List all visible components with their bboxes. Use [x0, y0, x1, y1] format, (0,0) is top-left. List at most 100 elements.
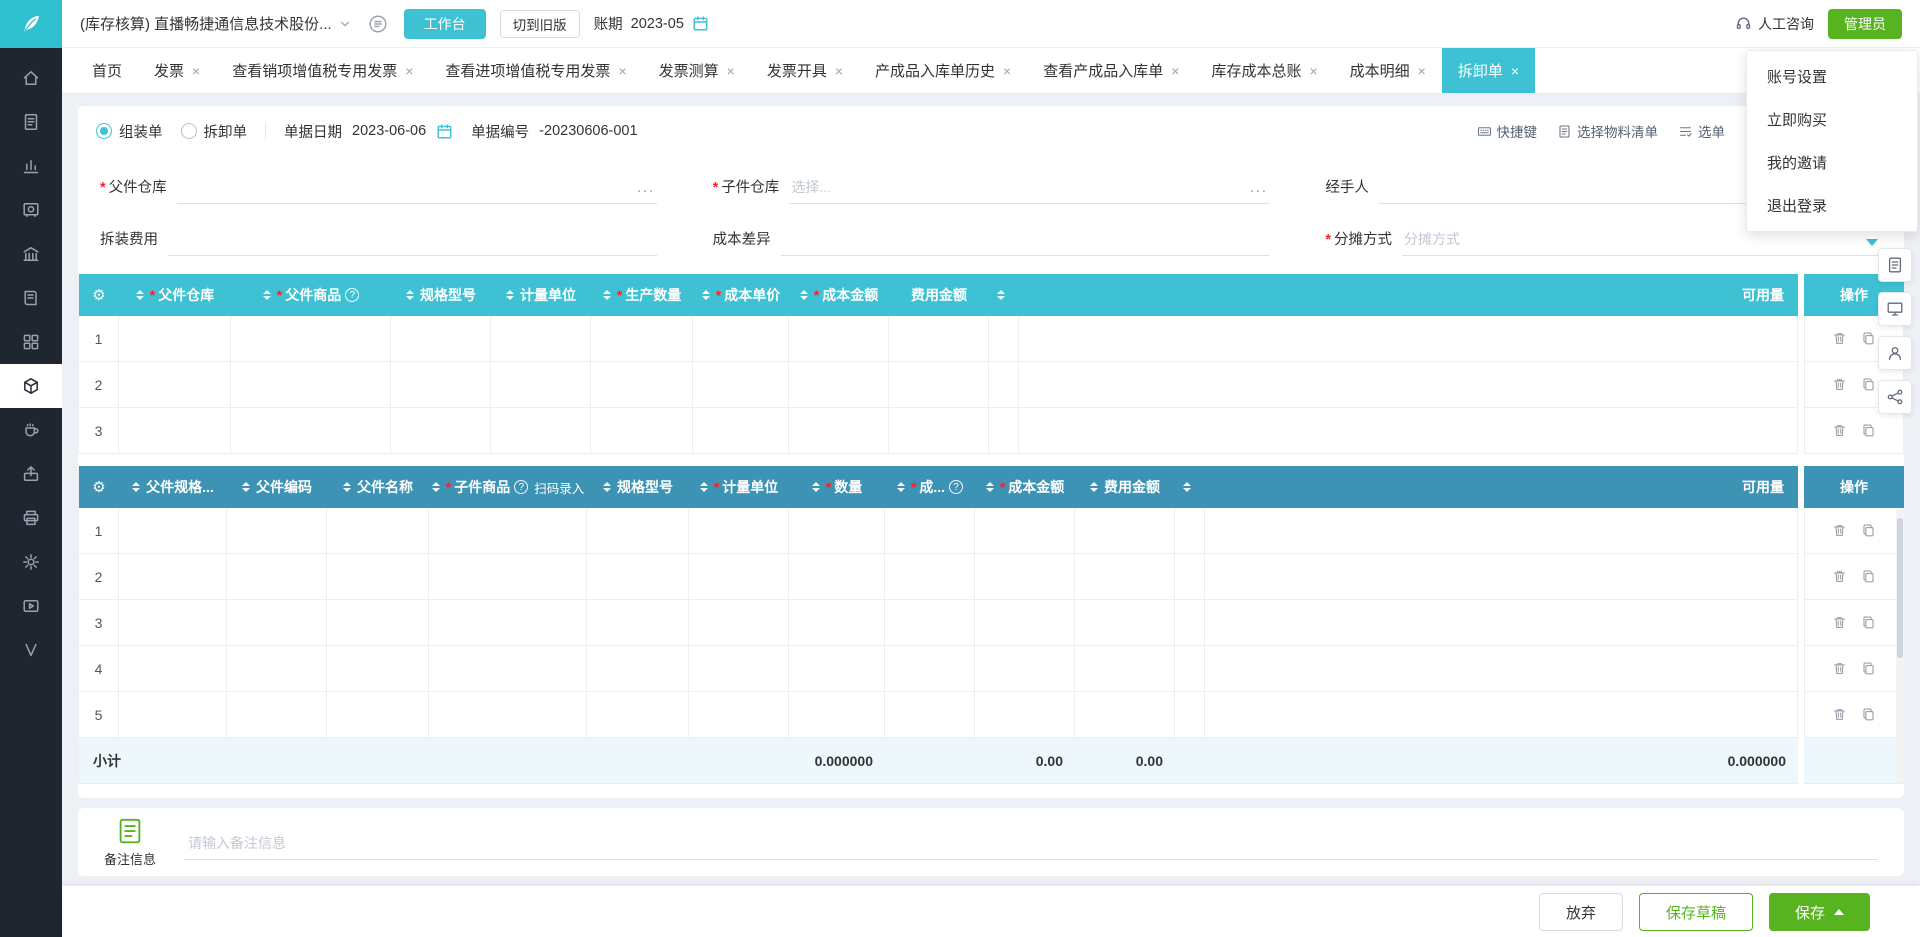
- sidebar-item-reports[interactable]: [0, 144, 62, 188]
- table-cell[interactable]: [327, 600, 429, 646]
- sidebar-item-export[interactable]: [0, 452, 62, 496]
- sidebar-item-tutorial[interactable]: [0, 584, 62, 628]
- column-header[interactable]: 成本金额: [975, 466, 1075, 508]
- table-cell[interactable]: [491, 316, 591, 362]
- copy-icon[interactable]: [1861, 569, 1876, 584]
- table-cell[interactable]: [689, 600, 789, 646]
- delete-icon[interactable]: [1832, 615, 1847, 630]
- column-header[interactable]: 费用金额: [889, 274, 989, 316]
- discard-button[interactable]: 放弃: [1538, 893, 1623, 931]
- close-icon[interactable]: [1309, 64, 1317, 78]
- sidebar-item-statements[interactable]: [0, 320, 62, 364]
- column-header[interactable]: 数量: [789, 466, 885, 508]
- table-cell[interactable]: [885, 554, 975, 600]
- table-cell[interactable]: [391, 408, 491, 454]
- workbench-button[interactable]: 工作台: [403, 8, 486, 39]
- screen-tool-button[interactable]: [1878, 292, 1912, 326]
- table-cell[interactable]: [1175, 508, 1205, 554]
- table-cell[interactable]: [231, 362, 391, 408]
- table-cell[interactable]: [429, 508, 587, 554]
- remark-input[interactable]: [184, 835, 1878, 859]
- sort-icon[interactable]: [242, 482, 250, 492]
- table-cell[interactable]: [587, 554, 689, 600]
- table-cell[interactable]: [885, 692, 975, 738]
- table-cell[interactable]: [587, 600, 689, 646]
- sort-icon[interactable]: [701, 290, 710, 300]
- shortcut-keys-button[interactable]: 快捷键: [1477, 121, 1537, 141]
- table-cell[interactable]: [119, 554, 227, 600]
- column-header[interactable]: 成本金额: [789, 274, 889, 316]
- tab-invoice-calc[interactable]: 发票测算: [643, 48, 751, 93]
- sidebar-item-brand[interactable]: [0, 628, 62, 672]
- table-cell[interactable]: [227, 508, 327, 554]
- table-cell[interactable]: [231, 408, 391, 454]
- sort-icon[interactable]: [1090, 482, 1098, 492]
- table-cell[interactable]: [1175, 600, 1205, 646]
- delete-icon[interactable]: [1832, 331, 1847, 346]
- table-cell[interactable]: [989, 408, 1019, 454]
- close-icon[interactable]: [405, 64, 413, 78]
- table-cell[interactable]: [975, 692, 1075, 738]
- close-icon[interactable]: [1511, 64, 1519, 78]
- disassembly-fee-input[interactable]: [168, 230, 657, 251]
- table-cell[interactable]: [1075, 508, 1175, 554]
- delete-icon[interactable]: [1832, 661, 1847, 676]
- child-warehouse-input[interactable]: [789, 178, 1270, 199]
- table-cell[interactable]: [1019, 408, 1798, 454]
- table-cell[interactable]: [885, 508, 975, 554]
- table-cell[interactable]: [989, 316, 1019, 362]
- table-cell[interactable]: [1075, 646, 1175, 692]
- table-cell[interactable]: [327, 554, 429, 600]
- table-cell[interactable]: [1175, 692, 1205, 738]
- menu-item-my-invitation[interactable]: 我的邀请: [1747, 141, 1917, 184]
- table-cell[interactable]: [789, 600, 885, 646]
- column-header[interactable]: 父件规格...: [119, 466, 227, 508]
- table-cell[interactable]: [1175, 554, 1205, 600]
- pick-order-button[interactable]: 选单: [1678, 121, 1725, 141]
- table-cell[interactable]: [975, 508, 1075, 554]
- tab-home[interactable]: 首页: [76, 48, 138, 93]
- admin-button[interactable]: 管理员: [1828, 8, 1902, 39]
- close-icon[interactable]: [1418, 64, 1426, 78]
- table-cell[interactable]: [885, 600, 975, 646]
- table-cell[interactable]: [1205, 554, 1798, 600]
- tab-invoice[interactable]: 发票: [138, 48, 216, 93]
- tab-view-input-vat-invoice[interactable]: 查看进项增值税专用发票: [429, 48, 642, 93]
- table-cell[interactable]: [789, 646, 885, 692]
- table-cell[interactable]: [1075, 600, 1175, 646]
- tab-inventory-cost-ledger[interactable]: 库存成本总账: [1195, 48, 1333, 93]
- table-cell[interactable]: [789, 316, 889, 362]
- table-cell[interactable]: [889, 362, 989, 408]
- table-cell[interactable]: [391, 362, 491, 408]
- sort-icon[interactable]: [132, 482, 141, 492]
- radio-assembly[interactable]: 组装单: [96, 121, 163, 142]
- table-cell[interactable]: [1019, 362, 1798, 408]
- scrollbar-thumb[interactable]: [1897, 518, 1903, 658]
- copy-icon[interactable]: [1861, 331, 1876, 346]
- table-cell[interactable]: [429, 600, 587, 646]
- support-link[interactable]: 人工咨询: [1735, 14, 1814, 34]
- copy-icon[interactable]: [1861, 615, 1876, 630]
- table-cell[interactable]: [429, 554, 587, 600]
- calendar-icon[interactable]: [436, 123, 453, 140]
- table-cell[interactable]: [975, 554, 1075, 600]
- sort-icon[interactable]: [431, 482, 440, 492]
- table-cell[interactable]: [119, 692, 227, 738]
- menu-item-logout[interactable]: 退出登录: [1747, 184, 1917, 227]
- table-cell[interactable]: [1175, 646, 1205, 692]
- table-cell[interactable]: [227, 692, 327, 738]
- table-cell[interactable]: [227, 600, 327, 646]
- delete-icon[interactable]: [1832, 377, 1847, 392]
- doc-tool-button[interactable]: [1878, 248, 1912, 282]
- sort-icon[interactable]: [343, 482, 351, 492]
- column-header[interactable]: 父件仓库: [119, 274, 231, 316]
- tab-cost-detail[interactable]: 成本明细: [1334, 48, 1442, 93]
- table-cell[interactable]: [689, 508, 789, 554]
- app-logo[interactable]: [0, 0, 62, 48]
- table-cell[interactable]: [1075, 554, 1175, 600]
- table-cell[interactable]: [789, 554, 885, 600]
- column-header[interactable]: [1175, 466, 1205, 508]
- table-cell[interactable]: [119, 646, 227, 692]
- table-cell[interactable]: [231, 316, 391, 362]
- copy-icon[interactable]: [1861, 523, 1876, 538]
